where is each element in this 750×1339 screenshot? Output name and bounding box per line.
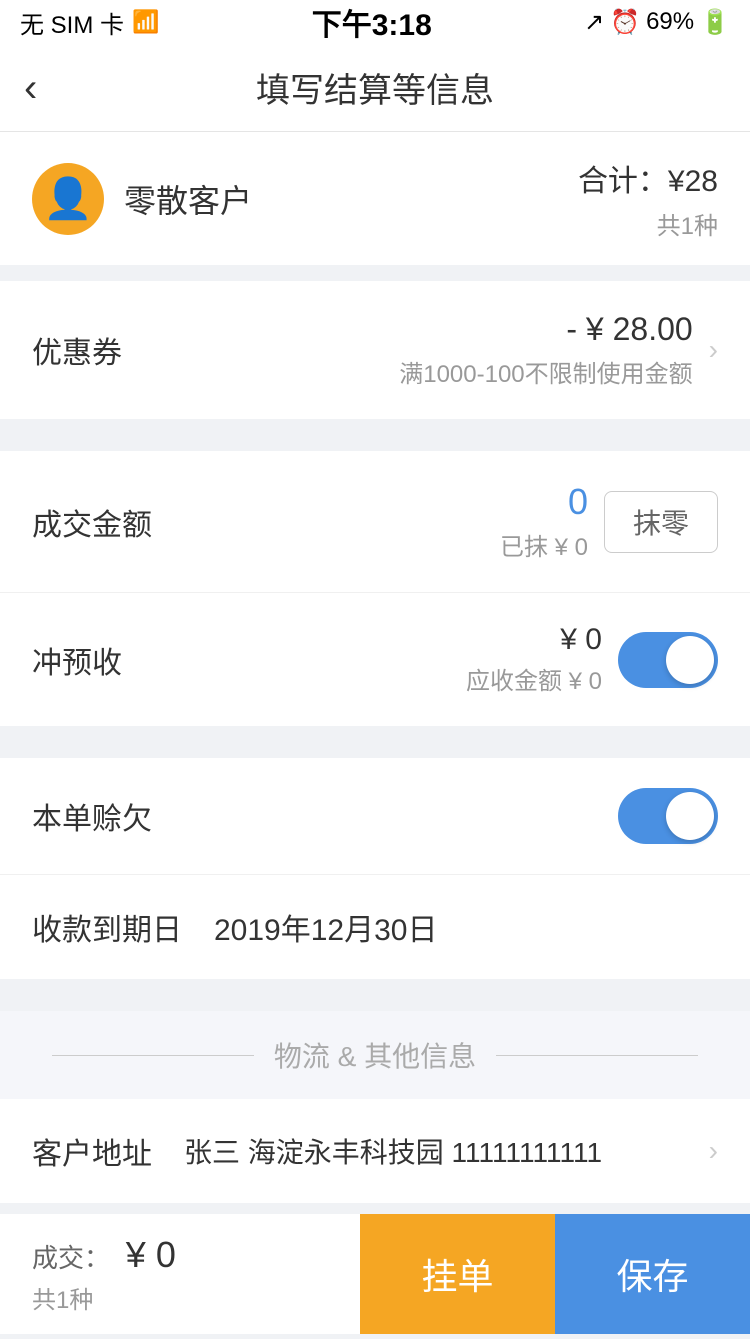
wifi-icon: 📶: [132, 9, 159, 35]
pre-receive-row: 冲预收 ¥ 0 应收金额 ¥ 0: [0, 593, 750, 726]
deal-amount-sub: 已抹 ¥ 0: [500, 527, 588, 562]
status-bar: 无 SIM 卡 📶 下午3:18 ↗ ⏰ 69% 🔋: [0, 0, 750, 44]
footer-deal-line: 成交： ¥ 0: [32, 1234, 328, 1276]
coupon-row[interactable]: 优惠券 - ¥ 28.00 满1000-100不限制使用金额 ›: [0, 281, 750, 419]
status-time: 下午3:18: [312, 0, 432, 44]
sim-status: 无 SIM 卡: [20, 5, 124, 40]
alarm-icon: ⏰: [610, 8, 640, 37]
customer-right: 合计：¥28 共1种: [578, 156, 718, 241]
pre-receive-sub: 应收金额 ¥ 0: [466, 661, 602, 696]
coupon-label: 优惠券: [32, 328, 122, 372]
customer-card: 👤 零散客户 合计：¥28 共1种: [0, 132, 750, 265]
pre-receive-toggle[interactable]: [618, 632, 718, 688]
divider-2: [0, 742, 750, 758]
nav-bar: ‹ 填写结算等信息: [0, 44, 750, 132]
divider-3: [0, 995, 750, 1011]
debt-section: 本单赊欠 收款到期日 2019年12月30日: [0, 758, 750, 979]
battery-level: 69%: [646, 8, 694, 36]
back-button[interactable]: ‹: [24, 68, 37, 108]
coupon-desc: 满1000-100不限制使用金额: [399, 354, 692, 389]
divider-1: [0, 435, 750, 451]
due-date-row: 收款到期日 2019年12月30日: [0, 874, 750, 979]
debt-toggle-knob: [666, 792, 714, 840]
page-title: 填写结算等信息: [256, 63, 494, 112]
logistics-header: 物流 & 其他信息: [0, 1011, 750, 1099]
avatar-icon: 👤: [43, 175, 93, 222]
location-icon: ↗: [584, 8, 604, 37]
pre-receive-value: ¥ 0: [466, 623, 602, 657]
chevron-right-icon: ›: [709, 334, 718, 366]
coupon-value-block: - ¥ 28.00 满1000-100不限制使用金额: [399, 311, 692, 389]
coupon-right: - ¥ 28.00 满1000-100不限制使用金额 ›: [399, 311, 718, 389]
address-section: 客户地址 张三 海淀永丰科技园 11111111111 ›: [0, 1099, 750, 1203]
deal-amount-section: 成交金额 0 已抹 ¥ 0 抹零 冲预收 ¥ 0 应收金额 ¥ 0: [0, 451, 750, 726]
round-off-button[interactable]: 抹零: [604, 491, 718, 553]
footer-deal-count: 共1种: [32, 1280, 328, 1315]
coupon-discount: - ¥ 28.00: [399, 311, 692, 348]
address-value: 张三 海淀永丰科技园 11111111111: [184, 1131, 677, 1171]
pre-receive-right: ¥ 0 应收金额 ¥ 0: [466, 623, 718, 696]
footer: 成交： ¥ 0 共1种 挂单 保存: [0, 1214, 750, 1334]
due-date-value: 2019年12月30日: [214, 905, 437, 949]
debt-row: 本单赊欠: [0, 758, 750, 874]
toggle-knob: [666, 636, 714, 684]
status-left: 无 SIM 卡 📶: [20, 5, 159, 40]
address-row[interactable]: 客户地址 张三 海淀永丰科技园 11111111111 ›: [0, 1099, 750, 1203]
address-chevron-icon: ›: [709, 1135, 718, 1167]
pre-receive-label: 冲预收: [32, 638, 122, 682]
customer-name: 零散客户: [124, 176, 252, 222]
deal-amount-value-block: 0 已抹 ¥ 0: [500, 481, 588, 562]
footer-deal-label: 成交：: [32, 1243, 110, 1273]
deal-amount-value[interactable]: 0: [500, 481, 588, 523]
deal-amount-row: 成交金额 0 已抹 ¥ 0 抹零: [0, 451, 750, 593]
avatar: 👤: [32, 163, 104, 235]
total-count: 共1种: [578, 206, 718, 241]
save-button[interactable]: 保存: [555, 1214, 750, 1334]
battery-icon: 🔋: [700, 8, 730, 37]
logistics-title: 物流 & 其他信息: [274, 1035, 476, 1075]
footer-info: 成交： ¥ 0 共1种: [0, 1234, 360, 1315]
customer-row: 👤 零散客户 合计：¥28 共1种: [0, 132, 750, 265]
total-amount: 合计：¥28: [578, 156, 718, 200]
deal-amount-label: 成交金额: [32, 500, 152, 544]
hang-button[interactable]: 挂单: [360, 1214, 555, 1334]
pre-receive-value-block: ¥ 0 应收金额 ¥ 0: [466, 623, 602, 696]
status-right: ↗ ⏰ 69% 🔋: [584, 8, 730, 37]
debt-toggle[interactable]: [618, 788, 718, 844]
address-label: 客户地址: [32, 1129, 152, 1173]
customer-left: 👤 零散客户: [32, 163, 252, 235]
debt-label: 本单赊欠: [32, 794, 152, 838]
deal-amount-right: 0 已抹 ¥ 0 抹零: [500, 481, 718, 562]
due-date-label: 收款到期日: [32, 905, 182, 949]
coupon-section: 优惠券 - ¥ 28.00 满1000-100不限制使用金额 ›: [0, 281, 750, 419]
footer-deal-amount: ¥ 0: [126, 1234, 176, 1276]
